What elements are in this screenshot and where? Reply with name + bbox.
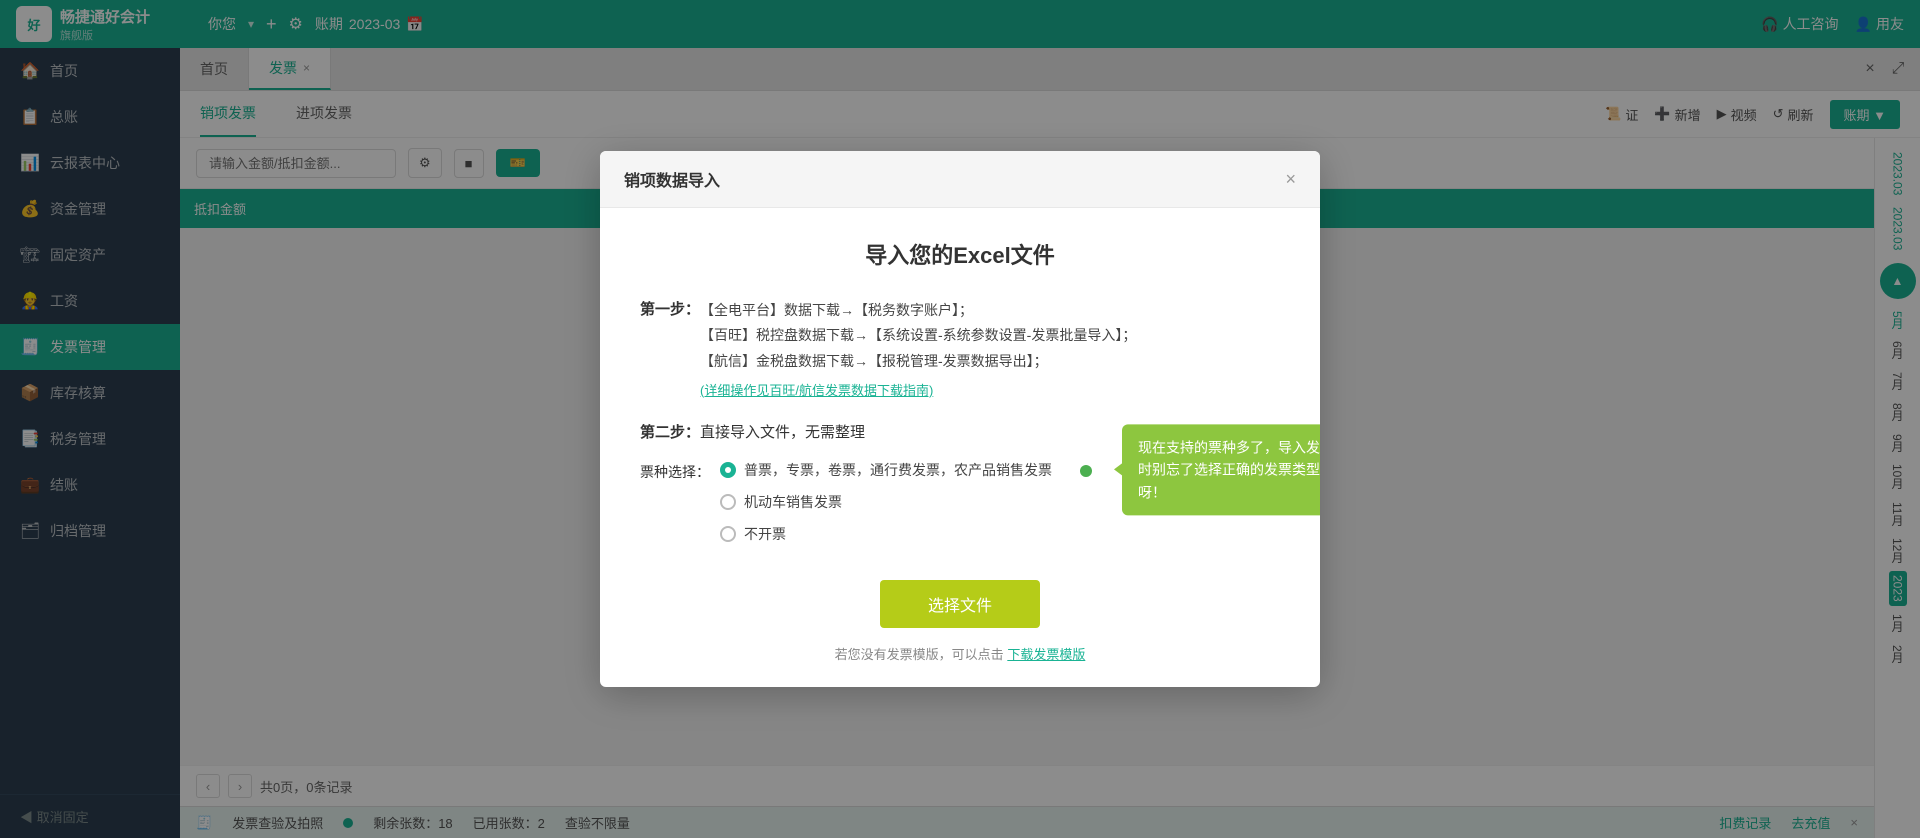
step2-content: 直接导入文件，无需整理: [700, 421, 865, 442]
modal-title: 销项数据导入: [624, 167, 720, 191]
ticket-select-row: 票种选择： 普票，专票，卷票，通行费发票，农产品销售发票 × 现在支持的票种多了…: [640, 460, 1280, 556]
download-template-link[interactable]: 下载发票模版: [1007, 647, 1085, 662]
step1-label: 第一步：: [640, 298, 700, 403]
radio-option-2[interactable]: 机动车销售发票: [720, 492, 1092, 512]
footer-note-text: 若您没有发票模版，可以点击: [835, 647, 1004, 662]
ticket-select-label: 票种选择：: [640, 460, 720, 482]
tooltip-dot: [1080, 465, 1092, 477]
radio-option-3[interactable]: 不开票: [720, 524, 1092, 544]
radio-group: 票种选择： 普票，专票，卷票，通行费发票，农产品销售发票 × 现在支持的票种多了…: [640, 460, 1280, 556]
step1-line2: 【百旺】税控盘数据下载→【系统设置-系统参数设置-发票批量导入】；: [700, 323, 1136, 348]
radio-3-circle: [720, 526, 736, 542]
select-file-container: 选择文件: [640, 580, 1280, 628]
select-file-btn[interactable]: 选择文件: [880, 580, 1040, 628]
radio-1-label: 普票，专票，卷票，通行费发票，农产品销售发票: [744, 460, 1052, 480]
step1-content: 【全电平台】数据下载→【税务数字账户】； 【百旺】税控盘数据下载→【系统设置-系…: [700, 298, 1136, 403]
modal-overlay: 销项数据导入 × 导入您的Excel文件 第一步： 【全电平台】数据下载→【税务…: [0, 0, 1920, 838]
tooltip-bubble: × 现在支持的票种多了，导入发票时别忘了选择正确的发票类型呀！: [1122, 424, 1320, 515]
modal-dialog: 销项数据导入 × 导入您的Excel文件 第一步： 【全电平台】数据下载→【税务…: [600, 151, 1320, 687]
step1-inline: 第一步： 【全电平台】数据下载→【税务数字账户】； 【百旺】税控盘数据下载→【系…: [640, 298, 1280, 403]
step1-line1: 【全电平台】数据下载→【税务数字账户】；: [700, 298, 1136, 323]
step1-link-container: (详细操作见百旺/航信发票数据下载指南): [700, 378, 1136, 403]
modal-header: 销项数据导入 ×: [600, 151, 1320, 208]
radio-3-label: 不开票: [744, 524, 786, 544]
radio-2-circle: [720, 494, 736, 510]
modal-close-btn[interactable]: ×: [1285, 169, 1296, 190]
step1-row: 第一步： 【全电平台】数据下载→【税务数字账户】； 【百旺】税控盘数据下载→【系…: [640, 298, 1280, 403]
step1-guide-link[interactable]: (详细操作见百旺/航信发票数据下载指南): [700, 383, 933, 398]
radio-1-circle: [720, 462, 736, 478]
radio-options: 普票，专票，卷票，通行费发票，农产品销售发票 × 现在支持的票种多了，导入发票时…: [720, 460, 1092, 556]
step2-label: 第二步：: [640, 421, 700, 442]
modal-main-title: 导入您的Excel文件: [640, 238, 1280, 270]
modal-body: 导入您的Excel文件 第一步： 【全电平台】数据下载→【税务数字账户】； 【百…: [600, 208, 1320, 687]
step1-line3: 【航信】金税盘数据下载→【报税管理-发票数据导出】；: [700, 349, 1136, 374]
radio-option-1[interactable]: 普票，专票，卷票，通行费发票，农产品销售发票 × 现在支持的票种多了，导入发票时…: [720, 460, 1092, 480]
modal-footer-note: 若您没有发票模版，可以点击 下载发票模版: [640, 644, 1280, 663]
radio-2-label: 机动车销售发票: [744, 492, 842, 512]
tooltip-text: 现在支持的票种多了，导入发票时别忘了选择正确的发票类型呀！: [1138, 439, 1320, 500]
tooltip-anchor: × 现在支持的票种多了，导入发票时别忘了选择正确的发票类型呀！: [1080, 462, 1092, 478]
